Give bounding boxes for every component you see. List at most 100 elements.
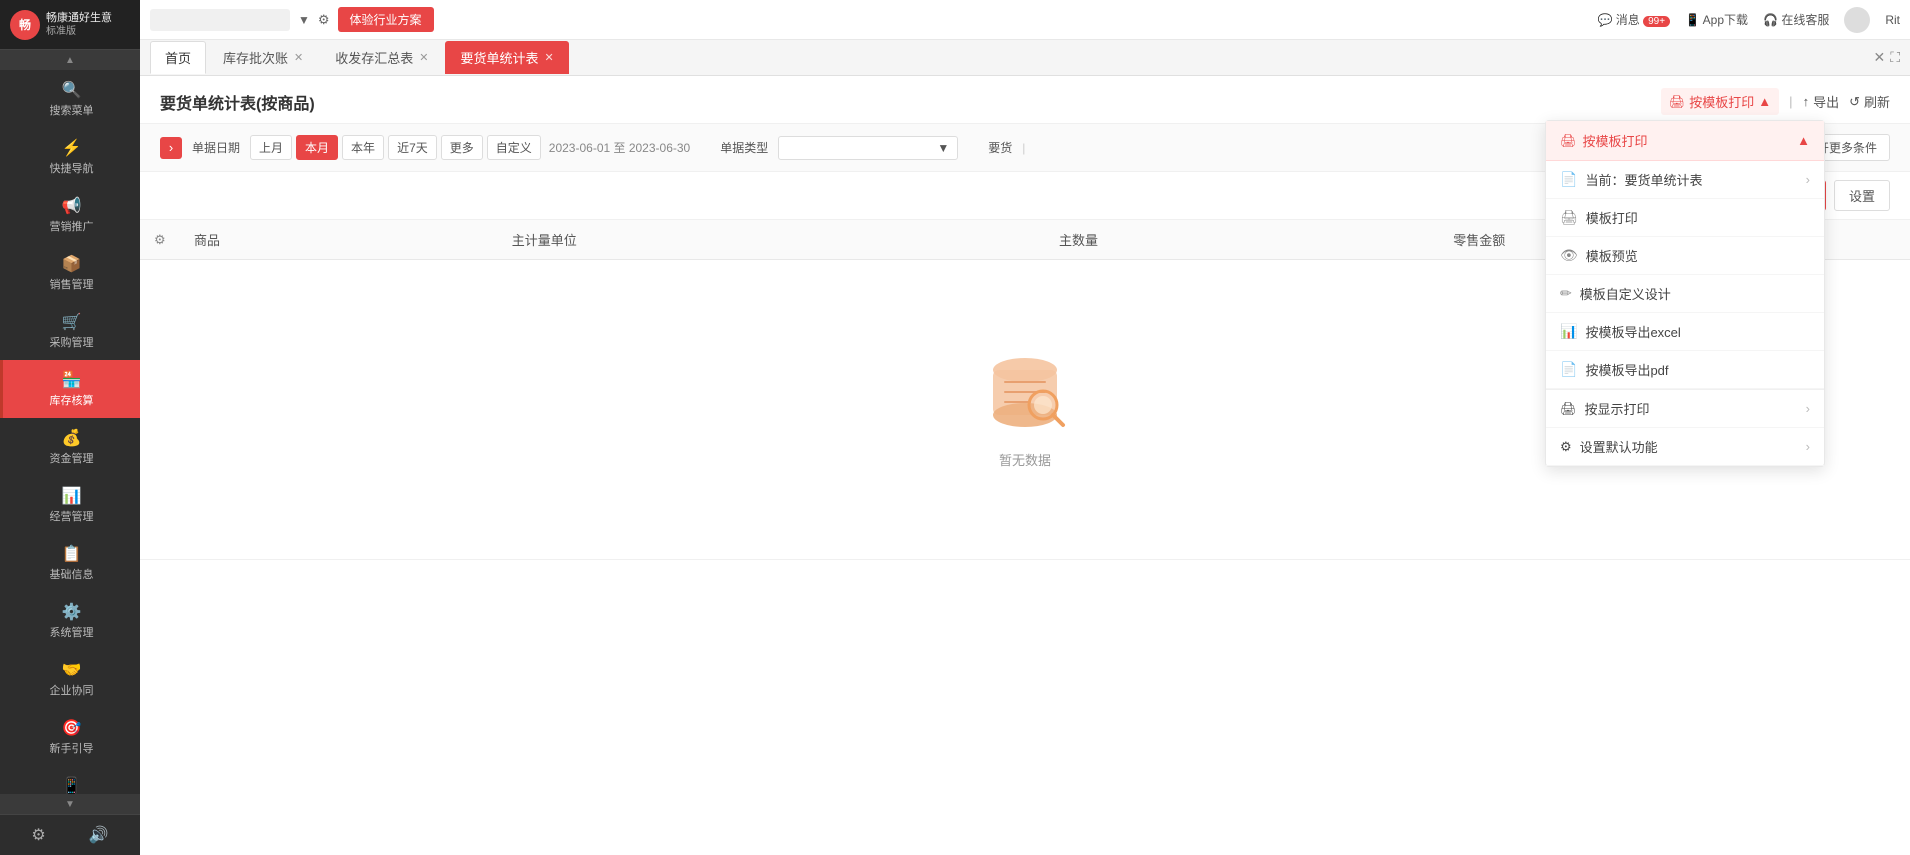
print-dropdown-export-pdf[interactable]: 📄 按模板导出pdf [1546, 351, 1824, 389]
table-header-qty: 主数量 [1045, 220, 1439, 260]
sidebar-item-apps[interactable]: 📱 应用中心 [0, 766, 140, 794]
newbie-icon: 🎯 [62, 718, 82, 738]
date-btn-last-month[interactable]: 上月 [250, 135, 292, 160]
quick-icon: ⚡ [62, 138, 82, 158]
table-header-product: 商品 [180, 220, 498, 260]
empty-state-icon [975, 350, 1075, 440]
tab-collect[interactable]: 收发存汇总表 ✕ [320, 41, 443, 74]
page-header-actions: 🖨 按模板打印 ▲ | ↑ 导出 ↺ 刷新 [1661, 88, 1890, 115]
experience-btn[interactable]: 体验行业方案 [338, 7, 434, 32]
print-dropdown-current[interactable]: 📄 当前：要货单统计表 › [1546, 161, 1824, 199]
topbar-gear-icon[interactable]: ⚙ [318, 12, 330, 28]
logo-icon: 畅 [10, 10, 40, 40]
tab-order-stat-close[interactable]: ✕ [545, 51, 554, 64]
print-dropdown: 🖨 按模板打印 ▲ 📄 当前：要货单统计表 › 🖨 模板打印 👁 模板预览 [1545, 120, 1825, 467]
print-dropdown-icon: 🖨 [1560, 133, 1577, 149]
print-dropdown-template-preview[interactable]: 👁 模板预览 [1546, 237, 1824, 275]
tab-expand-icon[interactable]: ⛶ [1890, 49, 1900, 66]
table-header-settings[interactable]: ⚙ [140, 220, 180, 260]
print-dropdown-set-default[interactable]: ⚙ 设置默认功能 › [1546, 428, 1824, 466]
date-range-display: 2023-06-01 至 2023-06-30 [549, 139, 690, 156]
date-btn-this-month[interactable]: 本月 [296, 135, 338, 160]
template-print-icon: 🖨 [1560, 209, 1578, 226]
separator1: | [1789, 94, 1792, 109]
date-btn-more[interactable]: 更多 [441, 135, 483, 160]
display-print-arrow: › [1806, 401, 1810, 416]
sidebar-item-quick[interactable]: ⚡ 快捷导航 [0, 128, 140, 186]
sales-icon: 📦 [62, 254, 82, 274]
current-template-arrow: › [1806, 172, 1810, 187]
print-icon: 🖨 [1669, 94, 1686, 110]
page-content: 要货单统计表(按商品) 🖨 按模板打印 ▲ | ↑ 导出 ↺ 刷新 [140, 76, 1910, 855]
type-filter-label: 单据类型 [720, 139, 768, 156]
main-content: ▼ ⚙ 体验行业方案 💬 消息 99+ 📱 App下载 🎧 在线客服 Rit 首… [140, 0, 1910, 855]
sidebar-item-inventory[interactable]: 🏪 库存核算 [0, 360, 140, 418]
sound-footer-icon[interactable]: 🔊 [89, 825, 109, 845]
sidebar-item-system[interactable]: ⚙️ 系统管理 [0, 592, 140, 650]
tab-collect-close[interactable]: ✕ [419, 51, 428, 64]
sidebar-item-newbie[interactable]: 🎯 新手引导 [0, 708, 140, 766]
sidebar-item-purchase[interactable]: 🛒 采购管理 [0, 302, 140, 360]
sidebar-item-finance[interactable]: 💰 资金管理 [0, 418, 140, 476]
inventory-icon: 🏪 [62, 370, 82, 390]
page-header: 要货单统计表(按商品) 🖨 按模板打印 ▲ | ↑ 导出 ↺ 刷新 [140, 76, 1910, 124]
sidebar-item-sales[interactable]: 📦 销售管理 [0, 244, 140, 302]
tab-close-icon[interactable]: ✕ [1873, 49, 1885, 66]
print-dropdown-template-print[interactable]: 🖨 模板打印 [1546, 199, 1824, 237]
settings-footer-icon[interactable]: ⚙ [31, 825, 45, 845]
tab-batch-close[interactable]: ✕ [294, 51, 303, 64]
sidebar-logo: 畅 畅康通好生意 标准版 [0, 0, 140, 50]
tab-home[interactable]: 首页 [150, 41, 206, 74]
top-search-input[interactable] [150, 9, 290, 31]
page-title: 要货单统计表(按商品) [160, 90, 315, 114]
sidebar-nav: 🔍 搜索菜单 ⚡ 快捷导航 📢 营销推广 📦 销售管理 🛒 采购管理 🏪 库存核… [0, 70, 140, 794]
topbar-dropdown-arrow[interactable]: ▼ [298, 13, 310, 27]
operation-icon: 📊 [62, 486, 82, 506]
sidebar-item-basic[interactable]: 📋 基础信息 [0, 534, 140, 592]
app-download-link[interactable]: 📱 App下载 [1685, 11, 1748, 28]
date-btn-this-year[interactable]: 本年 [342, 135, 384, 160]
settings-btn[interactable]: 设置 [1834, 180, 1890, 211]
tab-bar-right: ✕ ⛶ [1873, 49, 1900, 66]
sidebar-item-corp[interactable]: 🤝 企业协同 [0, 650, 140, 708]
corp-icon: 🤝 [62, 660, 82, 680]
print-dropdown-display-print[interactable]: 🖨 按显示打印 › [1546, 390, 1824, 428]
table-settings-icon[interactable]: ⚙ [154, 232, 166, 247]
apps-icon: 📱 [62, 776, 82, 794]
basic-icon: 📋 [62, 544, 82, 564]
display-print-icon: 🖨 [1560, 401, 1577, 417]
template-design-icon: ✏ [1560, 285, 1572, 302]
filter-expand-toggle[interactable]: › [160, 137, 182, 159]
template-preview-icon: 👁 [1560, 247, 1578, 264]
user-avatar[interactable] [1844, 7, 1870, 33]
print-template-btn[interactable]: 🖨 按模板打印 ▲ [1661, 88, 1779, 115]
messages-icon[interactable]: 💬 消息 99+ [1597, 11, 1670, 28]
print-dropdown-export-excel[interactable]: 📊 按模板导出excel [1546, 313, 1824, 351]
export-pdf-icon: 📄 [1560, 361, 1577, 378]
current-template-icon: 📄 [1560, 171, 1577, 188]
export-btn[interactable]: ↑ 导出 [1803, 92, 1840, 111]
order-type-placeholder: | [1022, 141, 1025, 155]
online-service-link[interactable]: 🎧 在线客服 [1763, 11, 1829, 28]
date-filter-label: 单据日期 [192, 139, 240, 156]
print-dropdown-template-design[interactable]: ✏ 模板自定义设计 [1546, 275, 1824, 313]
sidebar-scroll-down[interactable]: ▼ [0, 794, 140, 814]
purchase-icon: 🛒 [62, 312, 82, 332]
table-header-unit: 主计量单位 [498, 220, 1045, 260]
top-bar: ▼ ⚙ 体验行业方案 💬 消息 99+ 📱 App下载 🎧 在线客服 Rit [140, 0, 1910, 40]
sidebar-item-search[interactable]: 🔍 搜索菜单 [0, 70, 140, 128]
sidebar-scroll-up[interactable]: ▲ [0, 50, 140, 70]
refresh-btn[interactable]: ↺ 刷新 [1849, 92, 1890, 111]
current-template-text: 当前：要货单统计表 [1585, 170, 1797, 189]
date-btn-custom[interactable]: 自定义 [487, 135, 541, 160]
sidebar-item-operation[interactable]: 📊 经营管理 [0, 476, 140, 534]
print-dropdown-chevron[interactable]: ▲ [1797, 133, 1810, 148]
type-select[interactable]: ▼ [778, 136, 958, 160]
date-btn-7days[interactable]: 近7天 [388, 135, 437, 160]
filter-dates: 上月 本月 本年 近7天 更多 自定义 2023-06-01 至 2023-06… [250, 135, 690, 160]
order-type-label: 要货 [988, 139, 1012, 156]
tab-batch[interactable]: 库存批次账 ✕ [208, 41, 318, 74]
sidebar-item-marketing[interactable]: 📢 营销推广 [0, 186, 140, 244]
user-name: Rit [1885, 13, 1900, 27]
tab-order-stat[interactable]: 要货单统计表 ✕ [445, 41, 568, 74]
